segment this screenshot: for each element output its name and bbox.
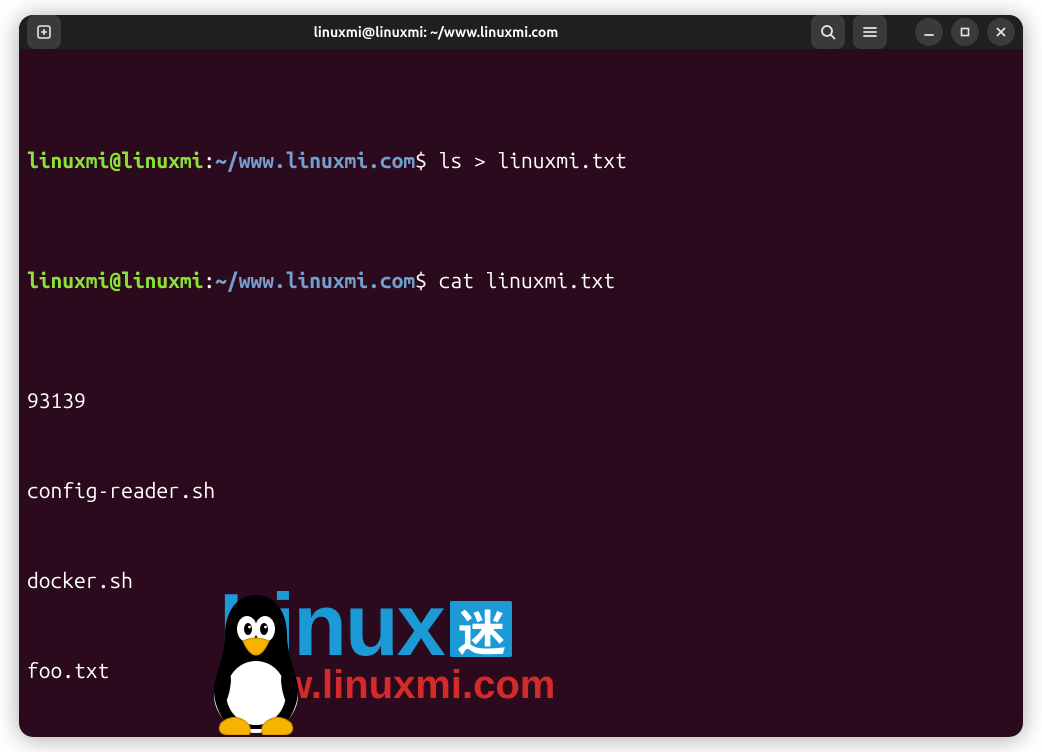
maximize-button[interactable] [951,18,979,46]
close-button[interactable] [987,18,1015,46]
prompt-user: linuxmi@linuxmi [27,148,203,172]
terminal-body[interactable]: linuxmi@linuxmi:~/www.linuxmi.com$ ls > … [19,49,1023,737]
search-button[interactable] [811,15,845,49]
close-icon [994,25,1008,39]
minimize-icon [922,25,936,39]
minimize-button[interactable] [915,18,943,46]
prompt-user: linuxmi@linuxmi [27,268,203,292]
prompt-separator: : [203,148,215,172]
window-title: linuxmi@linuxmi: ~/www.linuxmi.com [69,24,803,40]
new-tab-icon [35,23,53,41]
prompt-line: linuxmi@linuxmi:~/www.linuxmi.com$ ls > … [27,145,1015,175]
prompt-path: ~/www.linuxmi.com [215,148,415,172]
prompt-line: linuxmi@linuxmi:~/www.linuxmi.com$ cat l… [27,265,1015,295]
output-line: foo.txt [27,655,1015,685]
prompt-symbol: $ [415,268,427,292]
titlebar: linuxmi@linuxmi: ~/www.linuxmi.com [19,15,1023,49]
prompt-separator: : [203,268,215,292]
output-line: config-reader.sh [27,475,1015,505]
maximize-icon [958,25,972,39]
prompt-symbol: $ [415,148,427,172]
command-text: ls > linuxmi.txt [439,148,627,172]
output-line: docker.sh [27,565,1015,595]
prompt-path: ~/www.linuxmi.com [215,268,415,292]
search-icon [819,23,837,41]
hamburger-icon [861,23,879,41]
output-line: 93139 [27,385,1015,415]
watermark-title-cn: 迷 [450,601,512,657]
menu-button[interactable] [853,15,887,49]
new-tab-button[interactable] [27,15,61,49]
terminal-window: linuxmi@linuxmi: ~/www.linuxmi.com [19,15,1023,737]
command-text: cat linuxmi.txt [439,268,615,292]
